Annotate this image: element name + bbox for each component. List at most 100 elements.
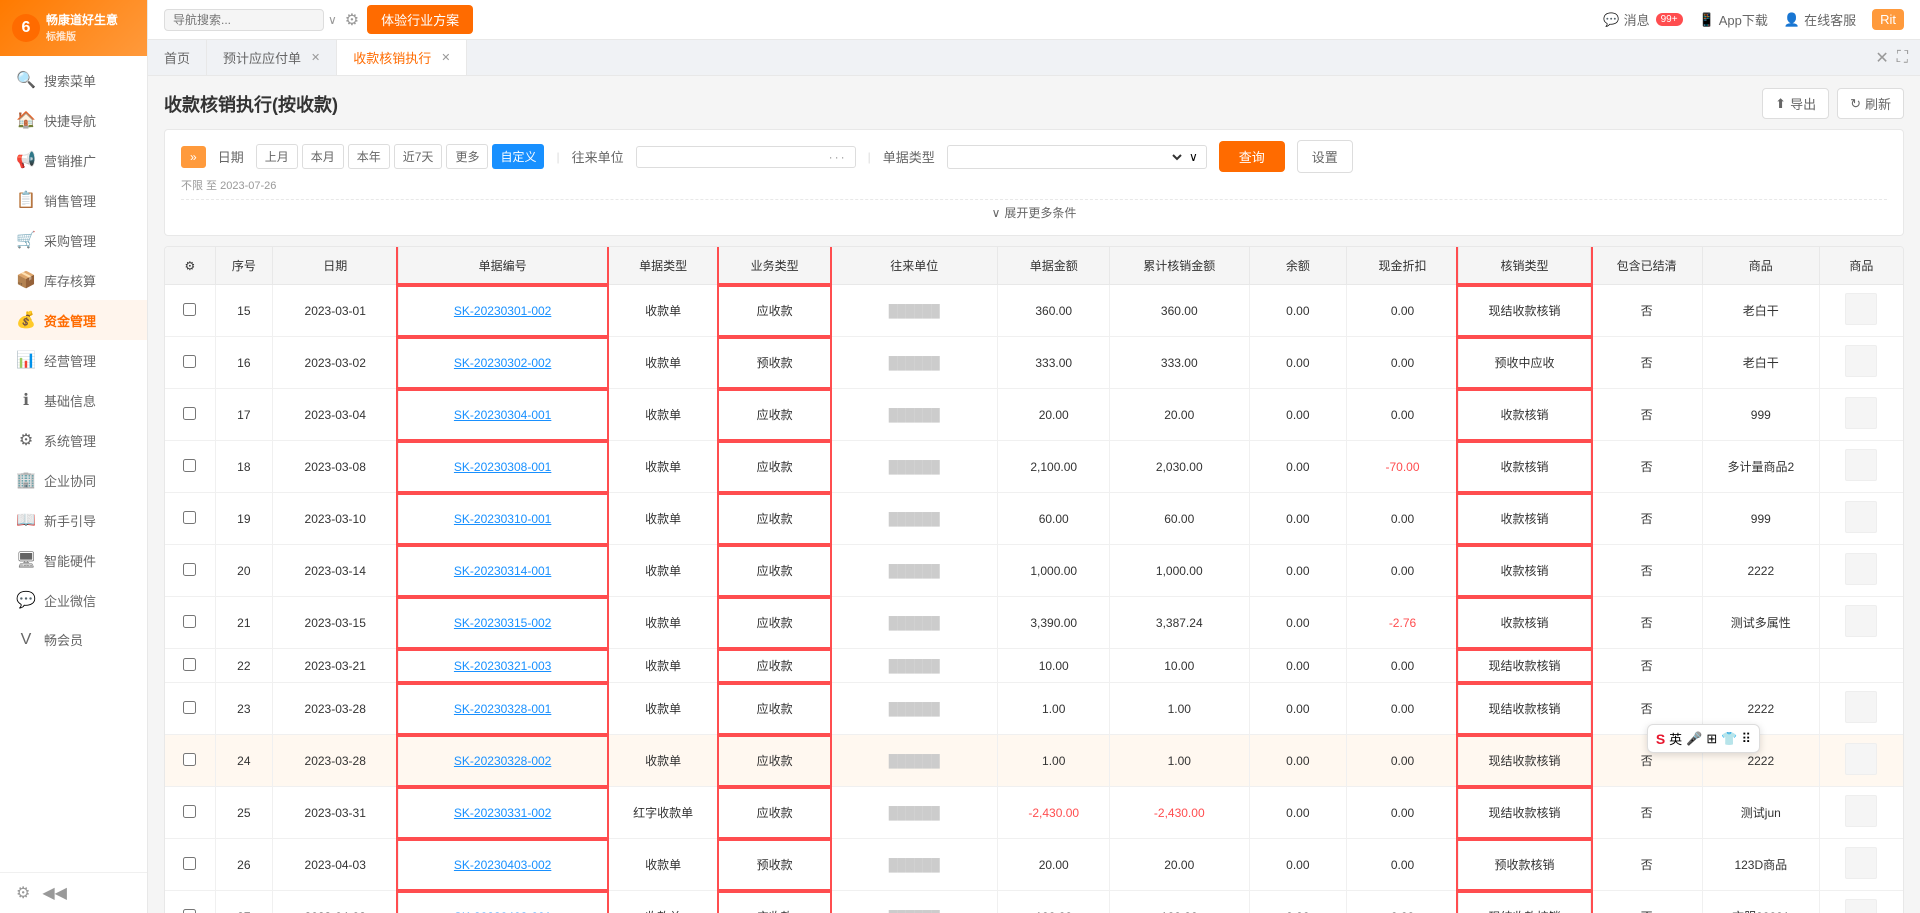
col-verified-amount[interactable]: 累计核销金额	[1110, 247, 1250, 285]
cell-no: 23	[215, 683, 272, 735]
cell-partner: ██████	[830, 389, 997, 441]
sidebar-item-wechat[interactable]: 💬 企业微信	[0, 580, 147, 620]
filter-this-month[interactable]: 本月	[302, 144, 344, 169]
cell-checkbox[interactable]	[165, 683, 215, 735]
doc-no-link[interactable]: SK-20230403-002	[454, 858, 551, 872]
doc-no-link[interactable]: SK-20230328-002	[454, 754, 551, 768]
sidebar-item-hardware[interactable]: 🖥 智能硬件	[0, 540, 147, 580]
partner-dots-icon[interactable]: ···	[829, 150, 847, 164]
cell-checkbox[interactable]	[165, 839, 215, 891]
doc-no-link[interactable]: SK-20230314-001	[454, 564, 551, 578]
settings-gear-icon[interactable]: ⚙	[345, 10, 359, 30]
sougou-shirt-icon[interactable]: 👕	[1721, 731, 1737, 747]
sidebar-item-system[interactable]: ⚙ 系统管理	[0, 420, 147, 460]
tab-home[interactable]: 首页	[148, 40, 207, 75]
cell-biz-type: 应收款	[719, 389, 831, 441]
sidebar-item-quick[interactable]: 🏠 快捷导航	[0, 100, 147, 140]
cell-checkbox[interactable]	[165, 597, 215, 649]
cell-checkbox[interactable]	[165, 787, 215, 839]
box-icon: 📦	[16, 270, 36, 290]
doc-no-link[interactable]: SK-20230408-001	[454, 910, 551, 913]
sidebar-settings-button[interactable]: ⚙	[16, 883, 30, 903]
col-partner[interactable]: 往来单位	[830, 247, 997, 285]
col-doc-no[interactable]: 单据编号	[398, 247, 607, 285]
maximize-icon[interactable]: ⛶	[1897, 49, 1908, 67]
sidebar-item-marketing[interactable]: 📢 营销推广	[0, 140, 147, 180]
doc-no-link[interactable]: SK-20230328-001	[454, 702, 551, 716]
query-button[interactable]: 查询	[1219, 141, 1285, 172]
sougou-mic-icon[interactable]: 🎤	[1686, 731, 1702, 747]
breadcrumb-input[interactable]	[164, 9, 324, 31]
sougou-more-icon[interactable]: ⠿	[1741, 731, 1751, 747]
col-date[interactable]: 日期	[272, 247, 398, 285]
user-avatar[interactable]: Rit	[1872, 9, 1904, 30]
chevron-down-icon: ∨	[992, 206, 1001, 220]
filter-custom-button[interactable]: 自定义	[492, 144, 544, 169]
tab-close-icon[interactable]: ✕	[311, 51, 320, 64]
sidebar-item-basic[interactable]: ℹ 基础信息	[0, 380, 147, 420]
sidebar-item-member[interactable]: V 畅会员	[0, 620, 147, 659]
cell-checkbox[interactable]	[165, 649, 215, 683]
doc-no-link[interactable]: SK-20230301-002	[454, 304, 551, 318]
cell-no: 16	[215, 337, 272, 389]
message-button[interactable]: 💬 消息 99+	[1603, 10, 1682, 29]
divider2: |	[868, 150, 871, 164]
doc-no-link[interactable]: SK-20230315-002	[454, 616, 551, 630]
sidebar-item-guide[interactable]: 📖 新手引导	[0, 500, 147, 540]
doc-type-select[interactable]	[956, 149, 1185, 165]
doc-no-link[interactable]: SK-20230304-001	[454, 408, 551, 422]
doc-no-link[interactable]: SK-20230308-001	[454, 460, 551, 474]
cell-checkbox[interactable]	[165, 493, 215, 545]
setting-button[interactable]: 设置	[1297, 140, 1353, 173]
cell-checkbox[interactable]	[165, 337, 215, 389]
sidebar-item-search[interactable]: 🔍 搜索菜单	[0, 60, 147, 100]
cell-checkbox[interactable]	[165, 285, 215, 337]
doc-no-link[interactable]: SK-20230310-001	[454, 512, 551, 526]
cell-checkbox[interactable]	[165, 735, 215, 787]
doc-no-link[interactable]: SK-20230321-003	[454, 659, 551, 673]
cell-balance: 0.00	[1249, 597, 1347, 649]
industry-solution-button[interactable]: 体验行业方案	[367, 5, 473, 34]
expand-toggle[interactable]: »	[181, 146, 206, 168]
sidebar-item-purchase[interactable]: 🛒 采购管理	[0, 220, 147, 260]
table-row: 19 2023-03-10 SK-20230310-001 收款单 应收款 ██…	[165, 493, 1903, 545]
col-cash-discount[interactable]: 现金折扣	[1347, 247, 1459, 285]
sidebar-collapse-button[interactable]: ◀◀	[42, 883, 67, 903]
col-goods[interactable]: 商品	[1702, 247, 1819, 285]
sidebar-item-sales[interactable]: 📋 销售管理	[0, 180, 147, 220]
filter-7days[interactable]: 近7天	[394, 144, 443, 169]
sougou-grid-icon[interactable]: ⊞	[1706, 731, 1717, 747]
expand-more-row[interactable]: ∨ 展开更多条件	[181, 199, 1887, 225]
sidebar-item-inventory[interactable]: 📦 库存核算	[0, 260, 147, 300]
cell-checkbox[interactable]	[165, 441, 215, 493]
app-download-button[interactable]: 📱 App下载	[1699, 10, 1768, 29]
cell-checkbox[interactable]	[165, 891, 215, 913]
tab-prepay[interactable]: 预计应应付单 ✕	[207, 40, 337, 75]
tab-collection[interactable]: 收款核销执行 ✕	[337, 40, 467, 75]
filter-more[interactable]: 更多	[446, 144, 488, 169]
online-service-button[interactable]: 👤 在线客服	[1784, 10, 1856, 29]
sidebar-item-finance[interactable]: 💰 资金管理	[0, 300, 147, 340]
cell-date: 2023-03-02	[272, 337, 398, 389]
sidebar-item-operation[interactable]: 📊 经营管理	[0, 340, 147, 380]
cell-checkbox[interactable]	[165, 389, 215, 441]
partner-input[interactable]	[645, 150, 825, 164]
doc-no-link[interactable]: SK-20230331-002	[454, 806, 551, 820]
col-doc-amount[interactable]: 单据金额	[998, 247, 1110, 285]
sidebar-item-corp[interactable]: 🏢 企业协同	[0, 460, 147, 500]
dropdown-arrow-icon[interactable]: ∨	[328, 13, 337, 27]
export-button[interactable]: ⬆ 导出	[1762, 88, 1829, 119]
col-doc-type[interactable]: 单据类型	[607, 247, 719, 285]
refresh-button[interactable]: ↻ 刷新	[1837, 88, 1904, 119]
col-gear[interactable]: ⚙	[165, 247, 215, 285]
col-include-settled[interactable]: 包含已结清	[1591, 247, 1703, 285]
col-balance[interactable]: 余额	[1249, 247, 1347, 285]
filter-this-year[interactable]: 本年	[348, 144, 390, 169]
tab-close-icon[interactable]: ✕	[441, 51, 450, 64]
doc-no-link[interactable]: SK-20230302-002	[454, 356, 551, 370]
col-verify-type[interactable]: 核销类型	[1458, 247, 1591, 285]
filter-last-month[interactable]: 上月	[256, 144, 298, 169]
close-icon[interactable]: ✕	[1875, 48, 1888, 68]
col-biz-type[interactable]: 业务类型	[719, 247, 831, 285]
cell-checkbox[interactable]	[165, 545, 215, 597]
